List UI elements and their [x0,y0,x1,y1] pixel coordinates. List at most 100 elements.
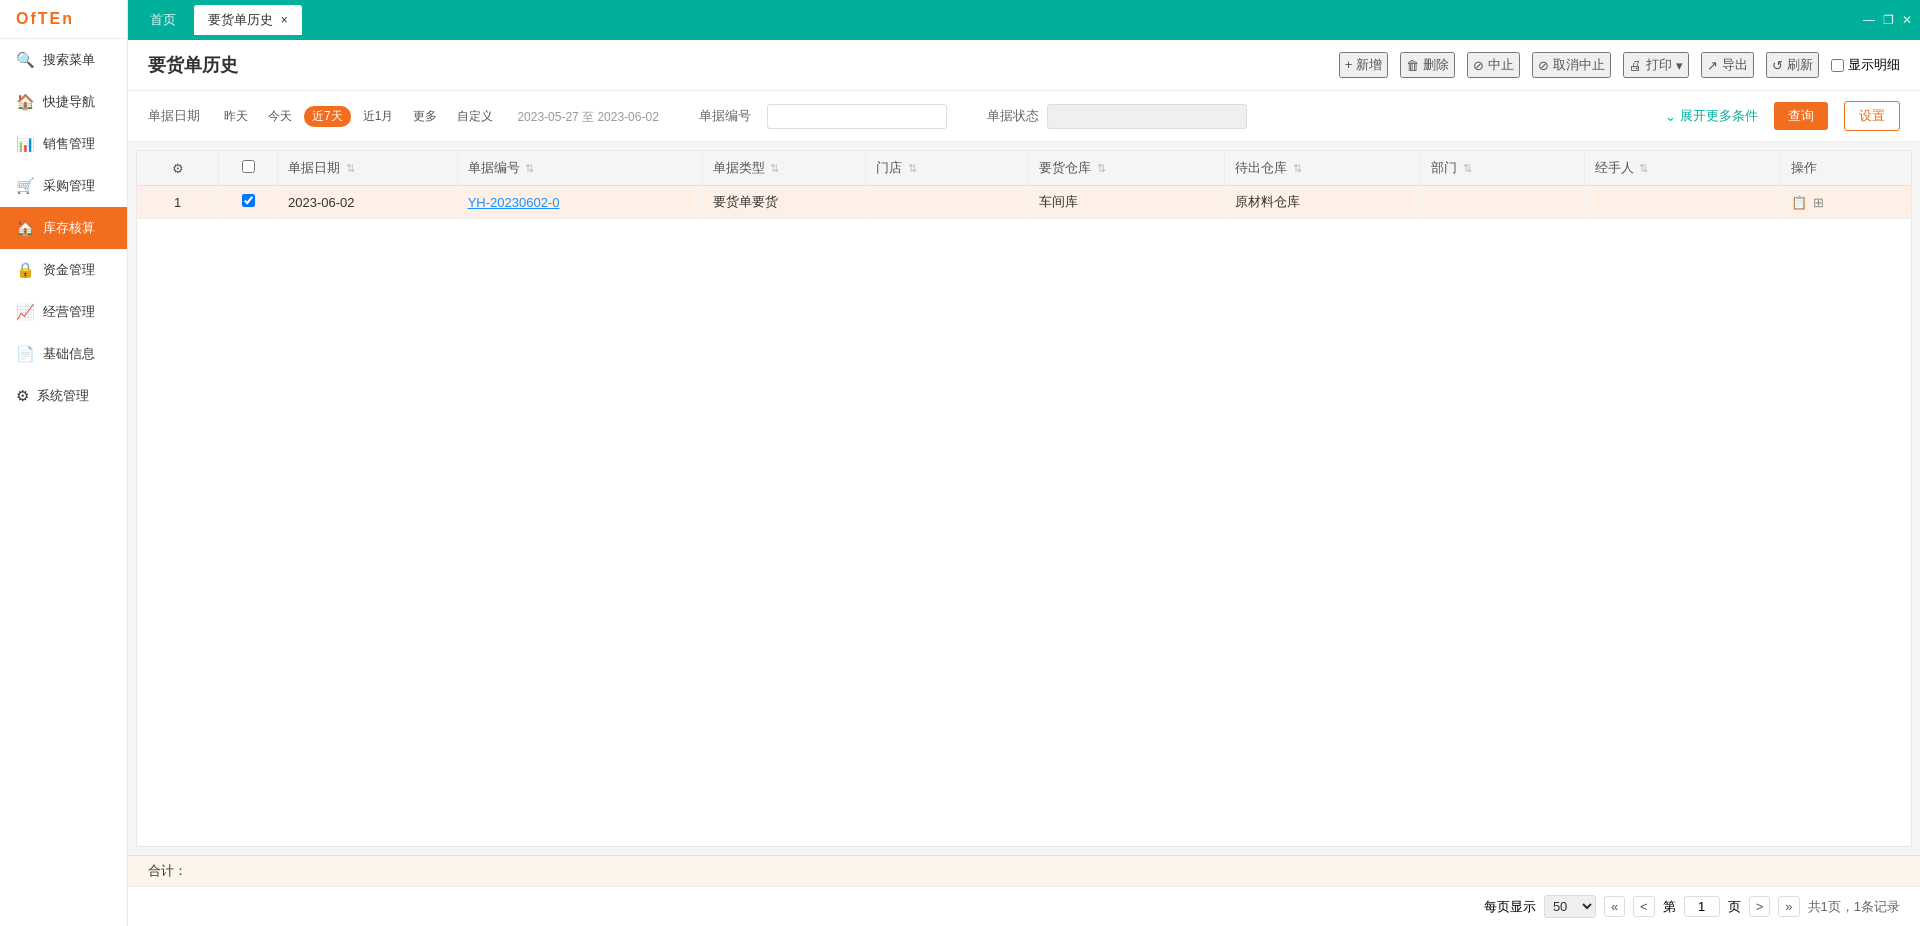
sidebar: OfTEn 🔍 搜索菜单🏠 快捷导航📊 销售管理🛒 采购管理🏠 库存核算🔒 资金… [0,0,128,926]
row-delete-icon[interactable]: ⊞ [1813,195,1824,210]
sort-code-icon: ⇅ [525,162,534,174]
sidebar-item-finance[interactable]: 🔒 资金管理 [0,249,127,291]
minimize-btn[interactable]: — [1863,13,1875,27]
sidebar-label-sales: 销售管理 [43,135,95,153]
tab-close-icon[interactable]: × [281,13,288,27]
delete-button[interactable]: 🗑 删除 [1400,52,1455,78]
date-filter-buttons: 昨天今天近7天近1月更多自定义 [216,106,501,127]
sidebar-item-sales[interactable]: 📊 销售管理 [0,123,127,165]
window-controls: — ❐ ✕ [1863,13,1912,27]
query-button[interactable]: 查询 [1774,102,1828,130]
cancel-stop-icon: ⊘ [1538,58,1549,73]
tab-home[interactable]: 首页 [136,5,190,35]
first-page-btn[interactable]: « [1604,896,1625,917]
show-detail-toggle[interactable]: 显示明细 [1831,56,1900,74]
date-btn-昨天[interactable]: 昨天 [216,106,256,127]
th-settings[interactable]: ⚙ [137,151,219,186]
code-filter-label: 单据编号 [699,107,751,125]
code-filter-input[interactable] [767,104,947,129]
th-handler[interactable]: 经手人 ⇅ [1584,151,1780,186]
sidebar-label-search-menu: 搜索菜单 [43,51,95,69]
sidebar-label-system: 系统管理 [37,387,89,405]
sort-store-icon: ⇅ [908,162,917,174]
cancel-stop-button[interactable]: ⊘ 取消中止 [1532,52,1611,78]
row-handler [1584,186,1780,219]
sidebar-item-base-info[interactable]: 📄 基础信息 [0,333,127,375]
close-btn[interactable]: ✕ [1902,13,1912,27]
print-button[interactable]: 🖨 打印 ▾ [1623,52,1689,78]
select-all-checkbox[interactable] [242,160,255,173]
tab-active[interactable]: 要货单历史 × [194,5,302,35]
table-header-row: ⚙ 单据日期 ⇅ 单据编号 ⇅ [137,151,1911,186]
sidebar-item-operations[interactable]: 📈 经营管理 [0,291,127,333]
stop-button[interactable]: ⊘ 中止 [1467,52,1520,78]
next-page-btn[interactable]: > [1749,896,1771,917]
status-filter-select[interactable] [1047,104,1247,129]
header-actions: + 新增 🗑 删除 ⊘ 中止 ⊘ 取消中止 🖨 打印 ▾ [1339,52,1900,78]
page-label: 第 [1663,898,1676,916]
page-size-select[interactable]: 102050100 [1544,895,1596,918]
delete-icon: 🗑 [1406,58,1419,73]
row-checkbox[interactable] [242,194,255,207]
sidebar-item-search-menu[interactable]: 🔍 搜索菜单 [0,39,127,81]
restore-btn[interactable]: ❐ [1883,13,1894,27]
refresh-button[interactable]: ↺ 刷新 [1766,52,1819,78]
row-pending-warehouse: 原材料仓库 [1225,186,1421,219]
sidebar-item-inventory[interactable]: 🏠 库存核算 [0,207,127,249]
date-btn-自定义[interactable]: 自定义 [449,106,501,127]
th-date[interactable]: 单据日期 ⇅ [277,151,457,186]
row-code-link[interactable]: YH-20230602-0 [468,195,560,210]
settings-button[interactable]: 设置 [1844,101,1900,131]
main-area: 首页 要货单历史 × — ❐ ✕ 要货单历史 + 新增 🗑 删除 [128,0,1920,926]
row-checkbox-cell[interactable] [219,186,278,219]
logo[interactable]: OfTEn [0,0,127,39]
system-icon: ⚙ [16,387,29,405]
add-button[interactable]: + 新增 [1339,52,1388,78]
date-btn-更多[interactable]: 更多 [405,106,445,127]
table-row: 1 2023-06-02 YH-20230602-0 要货单要货 车间库 原材料… [137,186,1911,219]
row-dept [1421,186,1584,219]
date-btn-今天[interactable]: 今天 [260,106,300,127]
sort-dept-icon: ⇅ [1463,162,1472,174]
sidebar-label-inventory: 库存核算 [43,219,95,237]
date-btn-近1月[interactable]: 近1月 [355,106,402,127]
th-pending[interactable]: 待出仓库 ⇅ [1225,151,1421,186]
th-operation: 操作 [1780,151,1911,186]
inventory-icon: 🏠 [16,219,35,237]
sidebar-item-purchase[interactable]: 🛒 采购管理 [0,165,127,207]
date-btn-近7天[interactable]: 近7天 [304,106,351,127]
sidebar-item-system[interactable]: ⚙ 系统管理 [0,375,127,417]
export-icon: ↗ [1707,58,1718,73]
table-settings-icon[interactable]: ⚙ [172,161,184,176]
print-dropdown-icon: ▾ [1676,58,1683,73]
expand-btn[interactable]: ⌄ 展开更多条件 [1665,107,1758,125]
row-num: 1 [137,186,219,219]
sidebar-label-base-info: 基础信息 [43,345,95,363]
row-warehouse: 车间库 [1029,186,1225,219]
th-type[interactable]: 单据类型 ⇅ [702,151,865,186]
th-dept[interactable]: 部门 ⇅ [1421,151,1584,186]
page-suffix: 页 [1728,898,1741,916]
filter-row-1: 单据日期 昨天今天近7天近1月更多自定义 2023-05-27 至 2023-0… [148,101,1900,131]
sidebar-label-quick-nav: 快捷导航 [43,93,95,111]
base-info-icon: 📄 [16,345,35,363]
table-area: ⚙ 单据日期 ⇅ 单据编号 ⇅ [136,150,1912,847]
page-number-input[interactable] [1684,896,1720,917]
th-store[interactable]: 门店 ⇅ [866,151,1029,186]
filter-bar: 单据日期 昨天今天近7天近1月更多自定义 2023-05-27 至 2023-0… [128,91,1920,142]
th-warehouse[interactable]: 要货仓库 ⇅ [1029,151,1225,186]
prev-page-btn[interactable]: < [1633,896,1655,917]
last-page-btn[interactable]: » [1778,896,1799,917]
show-detail-checkbox[interactable] [1831,59,1844,72]
row-edit-icon[interactable]: 📋 [1791,195,1807,210]
quick-nav-icon: 🏠 [16,93,35,111]
sidebar-item-quick-nav[interactable]: 🏠 快捷导航 [0,81,127,123]
th-code[interactable]: 单据编号 ⇅ [457,151,702,186]
row-code[interactable]: YH-20230602-0 [457,186,702,219]
print-icon: 🖨 [1629,58,1642,73]
th-checkbox[interactable] [219,151,278,186]
sidebar-label-finance: 资金管理 [43,261,95,279]
export-button[interactable]: ↗ 导出 [1701,52,1754,78]
sales-icon: 📊 [16,135,35,153]
sort-handler-icon: ⇅ [1639,162,1648,174]
